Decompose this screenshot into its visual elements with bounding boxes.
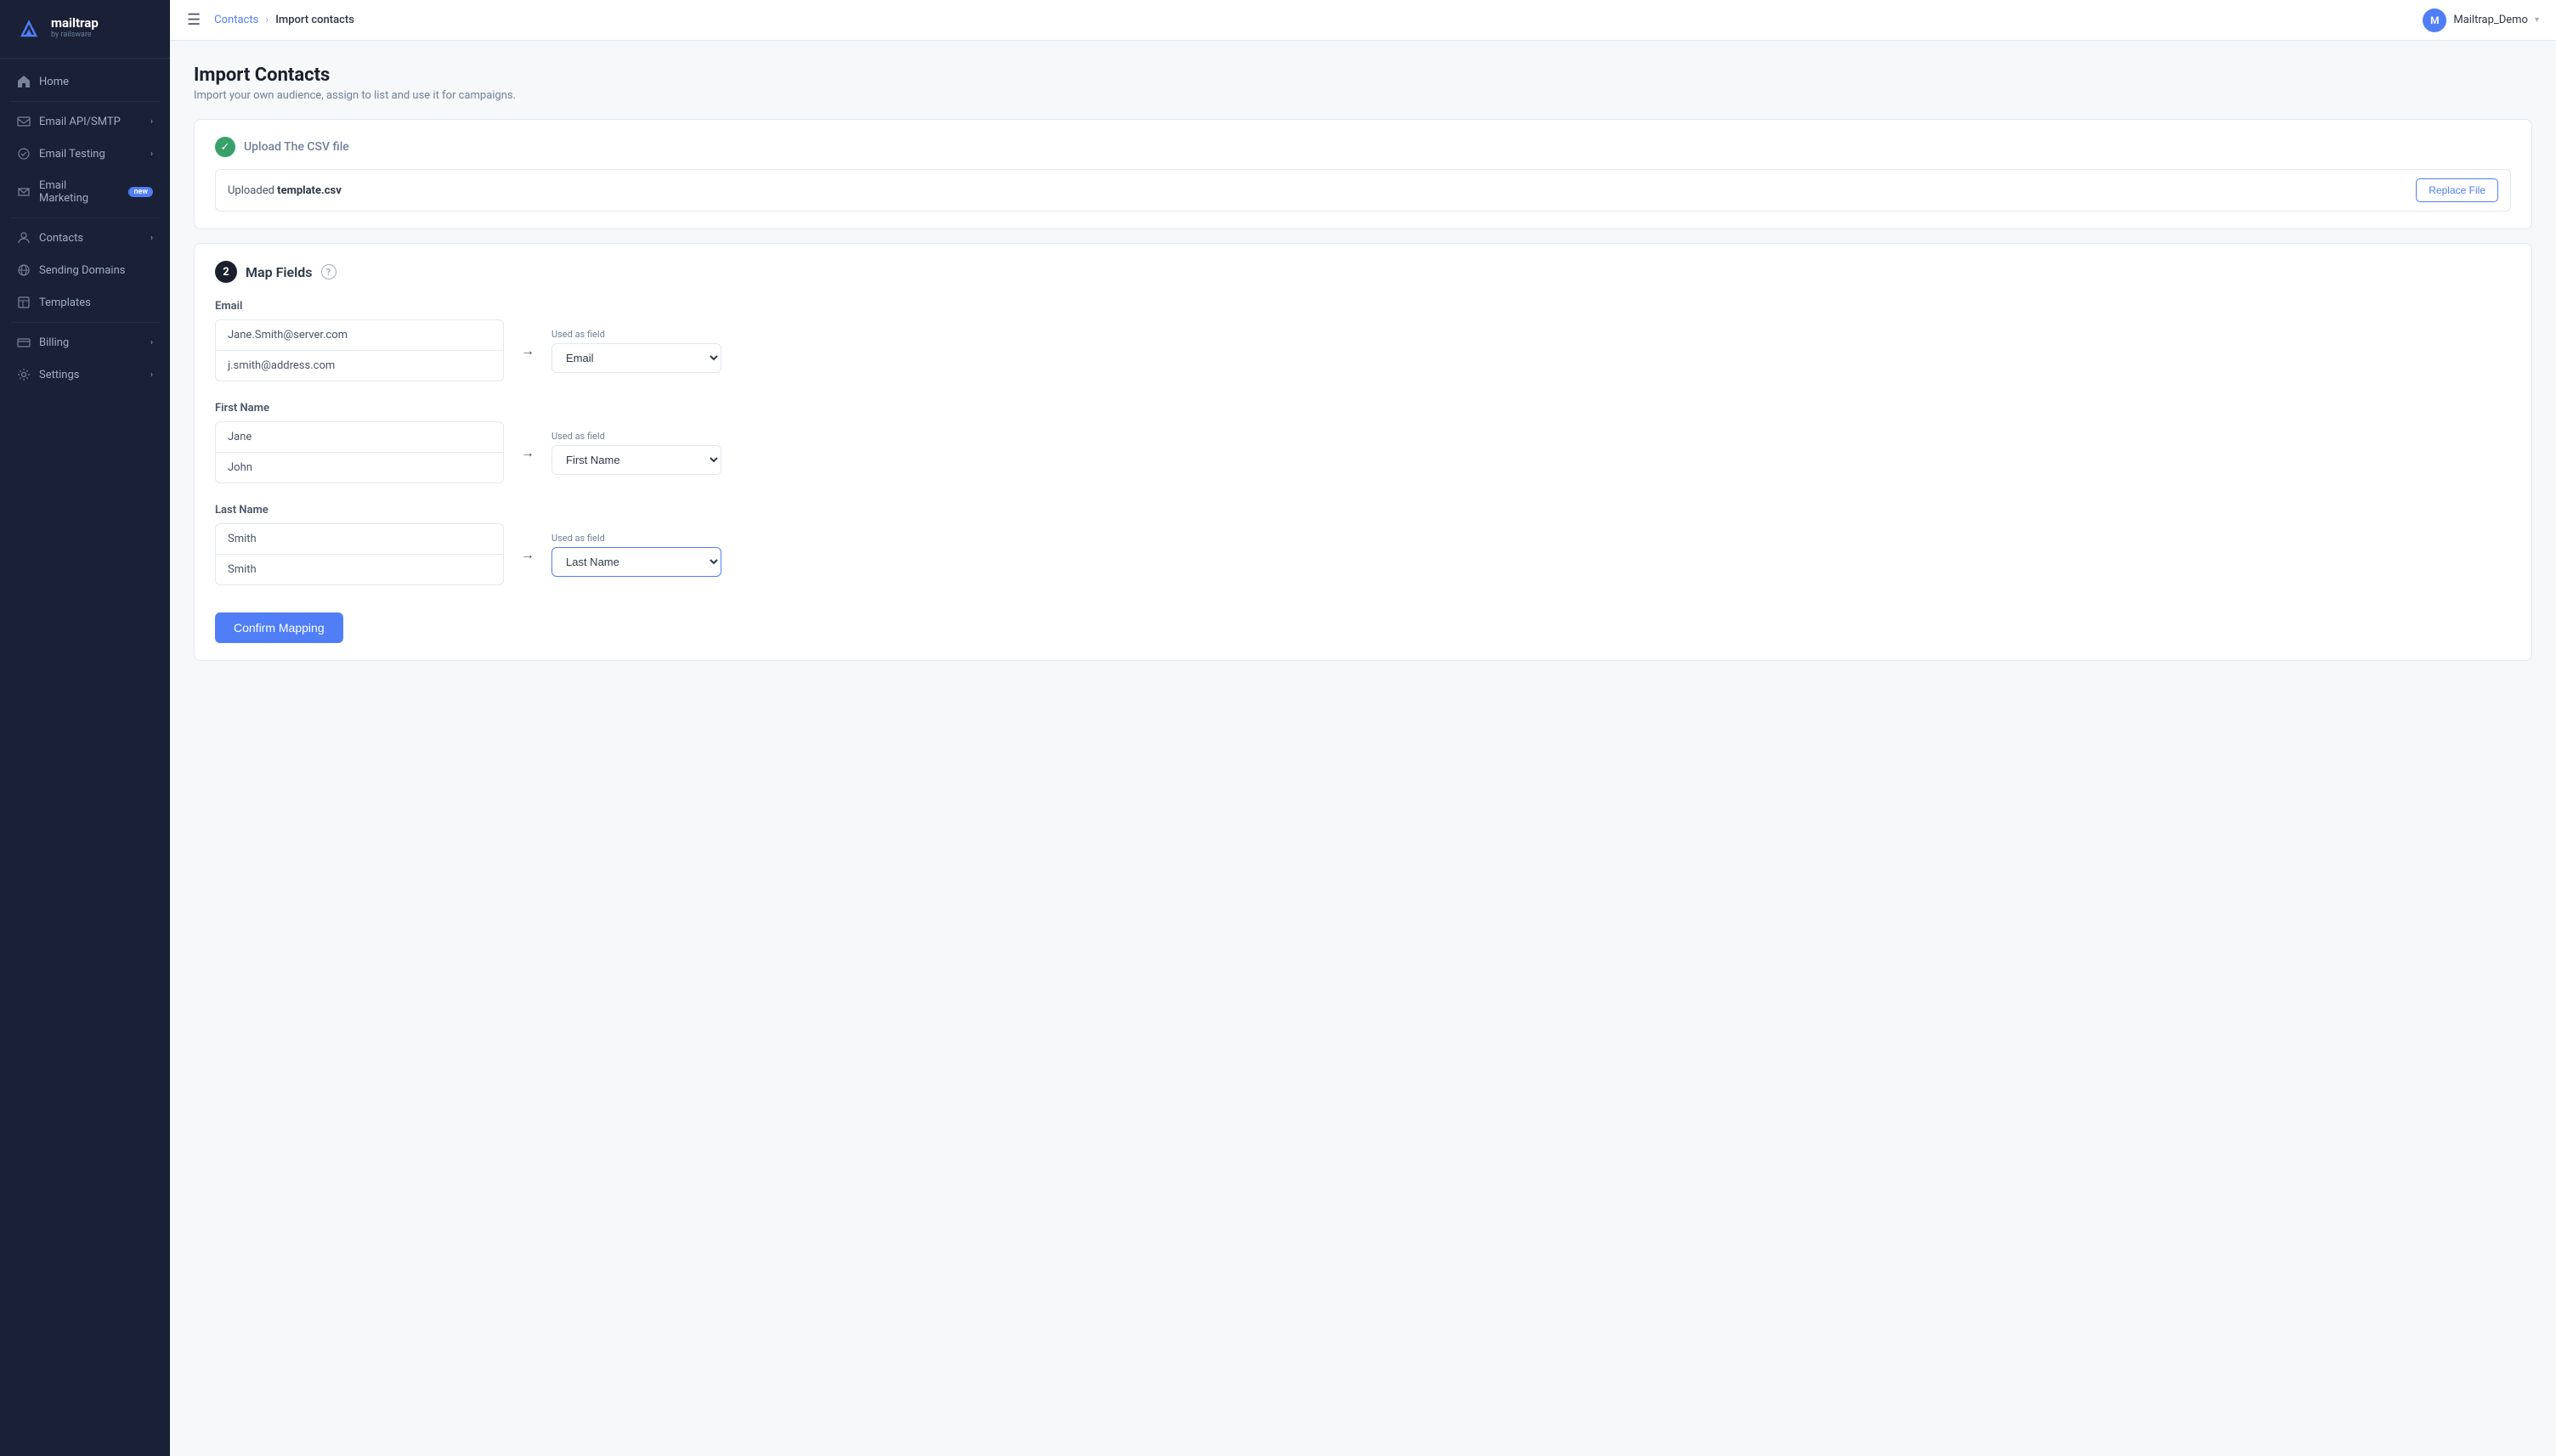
upload-file-row: Uploaded template.csv Replace File	[215, 169, 2511, 212]
map-fields-header: 2 Map Fields ?	[215, 261, 2511, 283]
sidebar-item-label: Settings	[39, 369, 79, 381]
chevron-right-icon: ›	[150, 117, 153, 127]
chevron-down-icon: ▾	[2535, 15, 2539, 25]
sidebar-item-label: Contacts	[39, 232, 83, 245]
sending-domains-icon	[17, 263, 31, 277]
sidebar-item-label: Email Marketing	[39, 179, 116, 205]
page-subtitle: Import your own audience, assign to list…	[194, 89, 2532, 102]
sidebar-item-label: Home	[39, 76, 69, 88]
sidebar-item-label: Templates	[39, 296, 91, 309]
last-name-value-2: Smith	[216, 555, 503, 584]
check-circle-icon: ✓	[215, 137, 235, 157]
email-value-1: Jane.Smith@server.com	[216, 320, 503, 351]
confirm-mapping-button[interactable]: Confirm Mapping	[215, 612, 343, 643]
arrow-right-icon: →	[521, 444, 534, 461]
nav-divider	[10, 322, 160, 323]
last-name-mapping-row: Smith Smith → Used as field Email First …	[215, 523, 2511, 585]
settings-icon	[17, 368, 31, 381]
email-mapping-row: Jane.Smith@server.com j.smith@address.co…	[215, 319, 2511, 381]
new-badge: new	[128, 187, 153, 197]
sidebar-item-contacts[interactable]: Contacts ›	[3, 223, 167, 253]
page-content: Import Contacts Import your own audience…	[170, 41, 2556, 1456]
sidebar-item-email-testing[interactable]: Email Testing ›	[3, 138, 167, 169]
map-fields-title: Map Fields	[246, 264, 313, 280]
breadcrumb-current-page: Import contacts	[275, 14, 354, 26]
billing-icon	[17, 336, 31, 349]
arrow-right-icon: →	[521, 546, 534, 563]
sidebar-item-settings[interactable]: Settings ›	[3, 359, 167, 390]
user-name: Mailtrap_Demo	[2453, 14, 2528, 26]
sidebar-item-label: Email API/SMTP	[39, 116, 121, 128]
last-name-field-label: Last Name	[215, 504, 2511, 516]
email-values: Jane.Smith@server.com j.smith@address.co…	[215, 319, 504, 381]
sidebar-item-label: Billing	[39, 336, 69, 349]
email-api-icon	[17, 115, 31, 128]
first-name-value-1: Jane	[216, 422, 503, 453]
email-select-wrap: Used as field Email First Name Last Name…	[551, 329, 721, 373]
nav-divider	[10, 217, 160, 218]
email-field-group: Email Jane.Smith@server.com j.smith@addr…	[215, 300, 2511, 381]
logo-icon	[14, 14, 44, 44]
map-fields-card: 2 Map Fields ? Email Jane.Smith@server.c…	[194, 243, 2532, 661]
last-name-field-group: Last Name Smith Smith → Used as field Em…	[215, 504, 2511, 585]
avatar: M	[2423, 8, 2446, 32]
file-name: template.csv	[277, 184, 342, 197]
home-icon	[17, 75, 31, 88]
breadcrumb-contacts-link[interactable]: Contacts	[214, 14, 258, 26]
last-name-select-wrap: Used as field Email First Name Last Name…	[551, 533, 721, 577]
nav-divider	[10, 101, 160, 102]
topbar: ☰ Contacts › Import contacts M Mailtrap_…	[170, 0, 2556, 41]
upload-card: ✓ Upload The CSV file Uploaded template.…	[194, 119, 2532, 229]
email-marketing-icon	[17, 185, 31, 199]
contacts-icon	[17, 231, 31, 245]
email-value-2: j.smith@address.com	[216, 351, 503, 381]
sidebar-item-email-api-smtp[interactable]: Email API/SMTP ›	[3, 106, 167, 137]
upload-file-text: Uploaded template.csv	[228, 184, 342, 197]
sidebar-item-billing[interactable]: Billing ›	[3, 327, 167, 358]
first-name-used-as-label: Used as field	[551, 431, 721, 442]
email-field-label: Email	[215, 300, 2511, 313]
last-name-values: Smith Smith	[215, 523, 504, 585]
help-icon[interactable]: ?	[321, 264, 336, 279]
upload-header: ✓ Upload The CSV file	[215, 137, 2511, 157]
sidebar-item-home[interactable]: Home	[3, 66, 167, 97]
first-name-field-group: First Name Jane John → Used as field Ema…	[215, 402, 2511, 483]
logo-sub: by railsware	[51, 30, 99, 41]
main-content: ☰ Contacts › Import contacts M Mailtrap_…	[170, 0, 2556, 1456]
first-name-values: Jane John	[215, 421, 504, 483]
page-title: Import Contacts	[194, 65, 2532, 86]
breadcrumb-separator: ›	[265, 14, 269, 26]
step-badge: 2	[215, 261, 237, 283]
sidebar-item-email-marketing[interactable]: Email Marketing new	[3, 171, 167, 213]
sidebar: mailtrap by railsware Home Email API/SMT…	[0, 0, 170, 1456]
chevron-right-icon: ›	[150, 234, 153, 243]
chevron-right-icon: ›	[150, 370, 153, 380]
last-name-field-select[interactable]: Email First Name Last Name Do not import	[551, 547, 721, 577]
first-name-mapping-row: Jane John → Used as field Email First Na…	[215, 421, 2511, 483]
email-testing-icon	[17, 147, 31, 161]
breadcrumb: Contacts › Import contacts	[214, 14, 354, 26]
chevron-right-icon: ›	[150, 150, 153, 159]
templates-icon	[17, 296, 31, 309]
arrow-right-icon: →	[521, 342, 534, 359]
last-name-used-as-label: Used as field	[551, 533, 721, 544]
first-name-field-select[interactable]: Email First Name Last Name Do not import	[551, 445, 721, 475]
user-menu[interactable]: M Mailtrap_Demo ▾	[2423, 8, 2539, 32]
email-field-select[interactable]: Email First Name Last Name Do not import	[551, 343, 721, 373]
sidebar-item-templates[interactable]: Templates	[3, 287, 167, 318]
sidebar-item-label: Sending Domains	[39, 264, 125, 277]
logo-name: mailtrap	[51, 17, 99, 30]
sidebar-item-label: Email Testing	[39, 148, 105, 161]
first-name-value-2: John	[216, 453, 503, 483]
first-name-select-wrap: Used as field Email First Name Last Name…	[551, 431, 721, 475]
first-name-field-label: First Name	[215, 402, 2511, 415]
replace-file-button[interactable]: Replace File	[2416, 178, 2498, 202]
sidebar-item-sending-domains[interactable]: Sending Domains	[3, 255, 167, 285]
upload-title: Upload The CSV file	[244, 140, 349, 154]
last-name-value-1: Smith	[216, 524, 503, 555]
hamburger-icon[interactable]: ☰	[187, 11, 201, 29]
email-used-as-label: Used as field	[551, 329, 721, 340]
chevron-right-icon: ›	[150, 338, 153, 347]
logo: mailtrap by railsware	[0, 0, 170, 59]
